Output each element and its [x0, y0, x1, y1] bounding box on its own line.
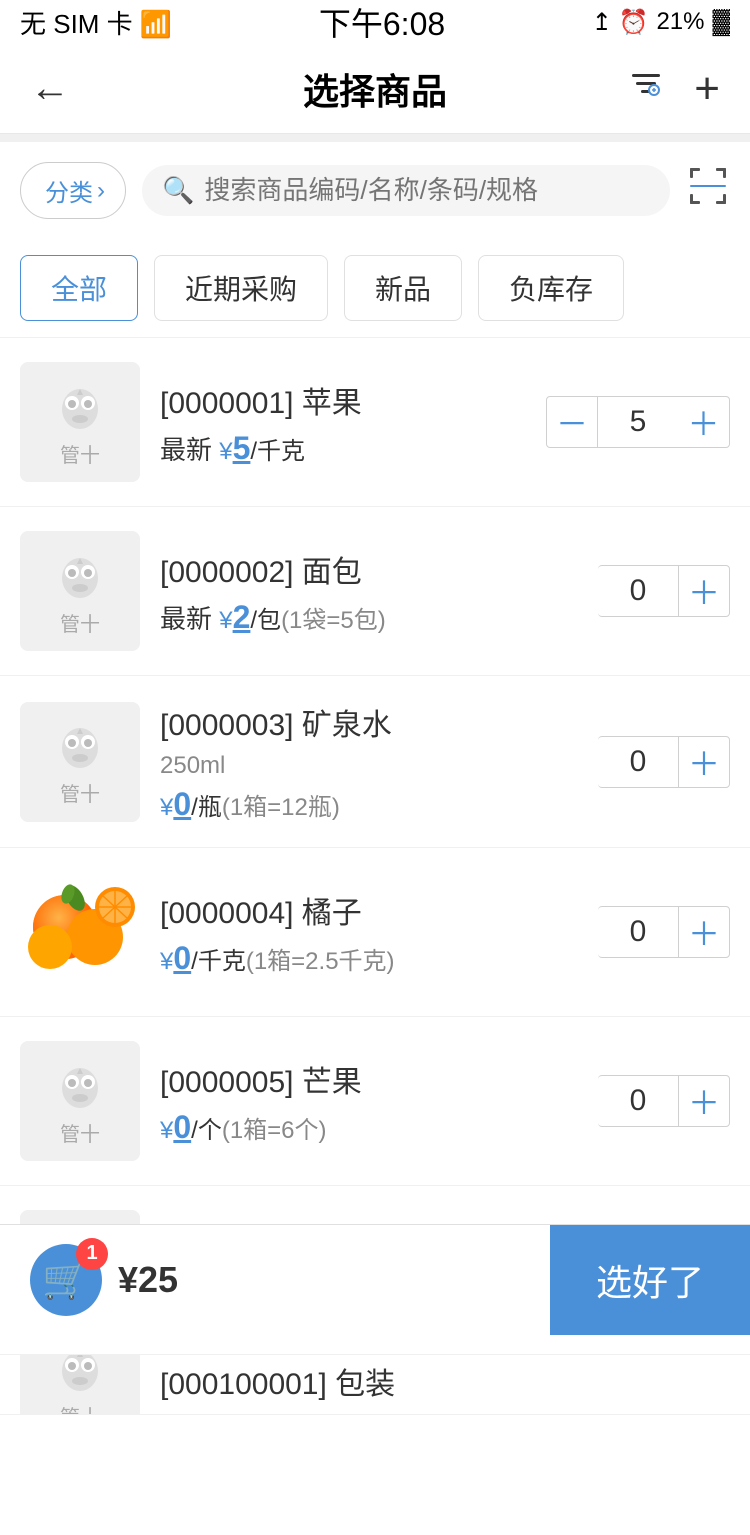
cart-button[interactable]: 🛒 1: [30, 1244, 102, 1316]
tab-negative-stock[interactable]: 负库存: [478, 255, 624, 321]
owl-logo-5: 管十: [50, 1056, 110, 1147]
status-right: ↥ ⏰ 21% ▓: [592, 8, 730, 37]
qty-plus-5[interactable]: ＋: [678, 1075, 730, 1127]
category-label: 分类: [45, 173, 93, 208]
qty-minus-1[interactable]: －: [546, 396, 598, 448]
owl-logo-1: 管十: [50, 377, 110, 468]
product-thumb-2: 管十: [20, 531, 140, 651]
qty-plus-3[interactable]: ＋: [678, 736, 730, 788]
qty-input-2[interactable]: [598, 565, 678, 617]
product-price-3: ¥0/瓶(1箱=12瓶): [160, 786, 578, 823]
product-info-1: [0000001] 苹果 最新 ¥5/千克: [160, 378, 526, 467]
product-list: 管十 [0000001] 苹果 最新 ¥5/千克 － ＋: [0, 338, 750, 1535]
product-item-5: 管十 [0000005] 芒果 ¥0/个(1箱=6个) ＋: [0, 1017, 750, 1186]
status-left: 无 SIM 卡 📶: [20, 4, 172, 41]
search-icon: 🔍: [162, 175, 194, 206]
product-info-2: [0000002] 面包 最新 ¥2/包(1袋=5包): [160, 547, 578, 636]
nav-divider: [0, 134, 750, 142]
product-thumb-3: 管十: [20, 702, 140, 822]
chevron-right-icon: ›: [97, 177, 105, 205]
search-input[interactable]: [204, 175, 650, 206]
product-name-2: [0000002] 面包: [160, 547, 578, 591]
owl-brand-text-2: 管十: [60, 608, 100, 637]
orange-image: [20, 872, 140, 992]
product-price-2: 最新 ¥2/包(1袋=5包): [160, 599, 578, 636]
battery-percent: 21%: [656, 8, 704, 36]
product-info-4: [0000004] 橘子 ¥0/千克(1箱=2.5千克): [160, 888, 578, 977]
product-item-7: 管十 [000100001] 包装: [0, 1355, 750, 1415]
cart-total: ¥25: [118, 1259, 178, 1301]
owl-brand-text-3: 管十: [60, 778, 100, 807]
battery-bar: ▓: [712, 8, 730, 36]
bottom-bar: 🛒 1 ¥25 选好了: [0, 1224, 750, 1334]
product-info-5: [0000005] 芒果 ¥0/个(1箱=6个): [160, 1057, 578, 1146]
owl-brand-text: 管十: [60, 439, 100, 468]
product-item-1: 管十 [0000001] 苹果 最新 ¥5/千克 － ＋: [0, 338, 750, 507]
owl-brand-text-7: 管十: [60, 1401, 100, 1415]
product-thumb-7: 管十: [20, 1355, 140, 1415]
product-thumb-4: [20, 872, 140, 992]
product-item-3: 管十 [0000003] 矿泉水 250ml ¥0/瓶(1箱=12瓶) ＋: [0, 676, 750, 848]
product-spec-3: 250ml: [160, 752, 578, 780]
confirm-button[interactable]: 选好了: [550, 1225, 750, 1335]
tab-new-product[interactable]: 新品: [344, 255, 462, 321]
qty-control-1: － ＋: [546, 396, 730, 448]
product-item-2: 管十 [0000002] 面包 最新 ¥2/包(1袋=5包) ＋: [0, 507, 750, 676]
battery-icon: ↥ ⏰: [592, 8, 649, 37]
product-thumb-1: 管十: [20, 362, 140, 482]
owl-logo-7: 管十: [50, 1355, 110, 1415]
page-title: 选择商品: [303, 63, 447, 115]
product-thumb-5: 管十: [20, 1041, 140, 1161]
product-name-5: [0000005] 芒果: [160, 1057, 578, 1101]
product-name-1: [0000001] 苹果: [160, 378, 526, 422]
product-name-4: [0000004] 橘子: [160, 888, 578, 932]
qty-input-5[interactable]: [598, 1075, 678, 1127]
filter-tabs: 全部 近期采购 新品 负库存: [0, 239, 750, 338]
back-button[interactable]: ←: [30, 66, 70, 111]
qty-plus-4[interactable]: ＋: [678, 906, 730, 958]
product-price-1: 最新 ¥5/千克: [160, 430, 526, 467]
cart-badge: 1: [76, 1238, 108, 1270]
search-bar: 分类 › 🔍: [0, 142, 750, 239]
nav-right-icons: +: [628, 64, 720, 114]
qty-control-2: ＋: [598, 565, 730, 617]
tab-recent-purchase[interactable]: 近期采购: [154, 255, 328, 321]
qty-plus-1[interactable]: ＋: [678, 396, 730, 448]
add-icon[interactable]: +: [694, 64, 720, 114]
qty-input-3[interactable]: [598, 736, 678, 788]
product-name-3: [0000003] 矿泉水: [160, 700, 578, 744]
cart-section: 🛒 1 ¥25: [0, 1244, 550, 1316]
owl-brand-text-5: 管十: [60, 1118, 100, 1147]
qty-control-4: ＋: [598, 906, 730, 958]
product-item-4: [0000004] 橘子 ¥0/千克(1箱=2.5千克) ＋: [0, 848, 750, 1017]
scan-icon[interactable]: [686, 164, 730, 218]
filter-icon[interactable]: [628, 66, 664, 111]
status-time: 下午6:08: [319, 0, 445, 45]
nav-bar: ← 选择商品 +: [0, 44, 750, 134]
product-price-4: ¥0/千克(1箱=2.5千克): [160, 940, 578, 977]
search-input-wrap: 🔍: [142, 165, 670, 216]
product-info-3: [0000003] 矿泉水 250ml ¥0/瓶(1箱=12瓶): [160, 700, 578, 823]
category-button[interactable]: 分类 ›: [20, 162, 126, 219]
tab-all[interactable]: 全部: [20, 255, 138, 321]
owl-logo-3: 管十: [50, 716, 110, 807]
qty-input-1[interactable]: [598, 396, 678, 448]
qty-plus-2[interactable]: ＋: [678, 565, 730, 617]
product-price-5: ¥0/个(1箱=6个): [160, 1109, 578, 1146]
product-info-7: [000100001] 包装: [160, 1359, 730, 1411]
status-bar: 无 SIM 卡 📶 下午6:08 ↥ ⏰ 21% ▓: [0, 0, 750, 44]
owl-logo-2: 管十: [50, 546, 110, 637]
qty-input-4[interactable]: [598, 906, 678, 958]
qty-control-3: ＋: [598, 736, 730, 788]
qty-control-5: ＋: [598, 1075, 730, 1127]
product-name-7: [000100001] 包装: [160, 1359, 730, 1403]
